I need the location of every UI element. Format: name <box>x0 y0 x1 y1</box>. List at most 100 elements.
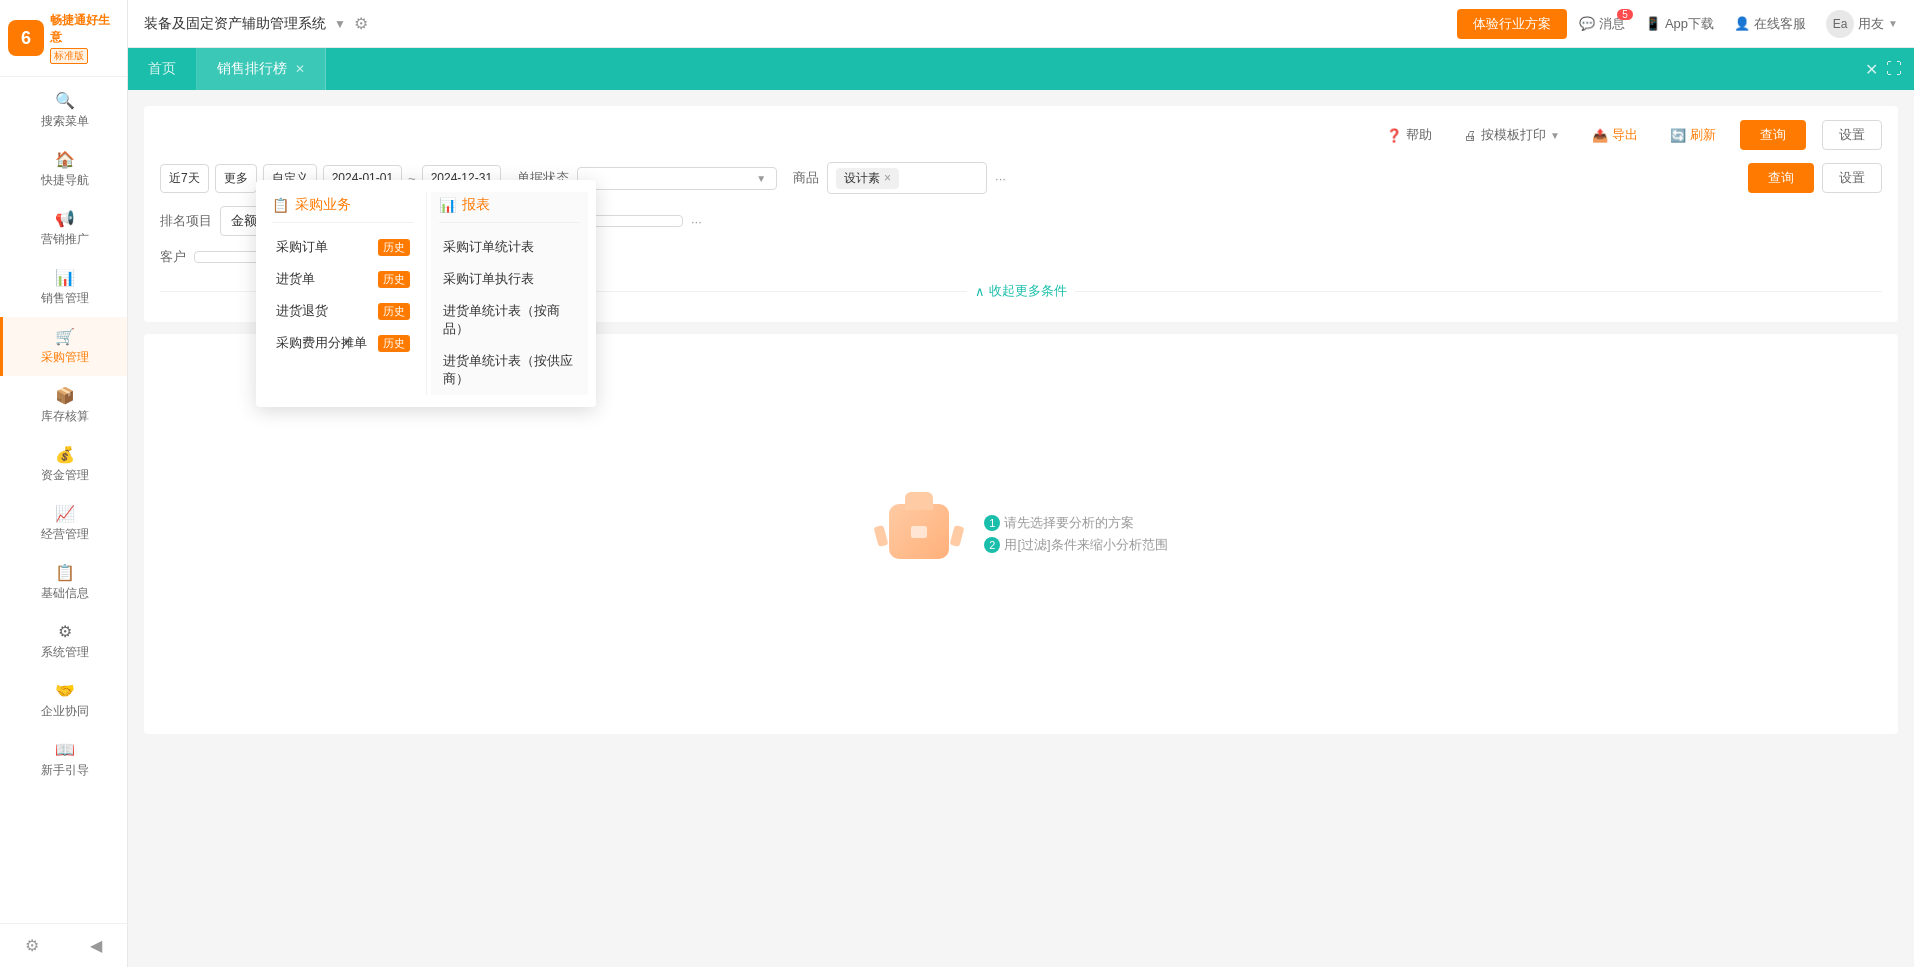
dropdown-item-label: 进货单统计表（按供应商） <box>443 352 577 388</box>
goods-tag-container[interactable]: 设计素 × <box>827 162 987 194</box>
dropdown-item-purchase-order-exec[interactable]: 采购订单执行表 <box>439 263 581 295</box>
purchase-dropdown-menu: 📋 采购业务 采购订单 历史 进货单 历史 进货退货 历史 <box>256 180 596 407</box>
app-title: 装备及固定资产辅助管理系统 ▼ ⚙ <box>144 14 1445 33</box>
user-avatar: Ea <box>1826 10 1854 38</box>
collapse-button[interactable]: ∧ 收起更多条件 <box>967 274 1075 308</box>
sidebar-item-base-info[interactable]: 📋 基础信息 <box>0 553 127 612</box>
sidebar: 6 畅捷通好生意 标准版 🔍 搜索菜单 🏠 快捷导航 📢 营销推广 📊 销售管理… <box>0 0 128 967</box>
tab-expand-icon[interactable]: ⛶ <box>1886 60 1902 78</box>
date-shortcut-7days[interactable]: 近7天 <box>160 164 209 193</box>
app-download-action[interactable]: 📱 App下载 <box>1645 15 1714 33</box>
dropdown-item-label: 采购订单 <box>276 238 328 256</box>
customer-label: 客户 <box>160 248 186 266</box>
sidebar-settings-button[interactable]: ⚙ <box>25 936 39 955</box>
dropdown-item-purchase-order-stats[interactable]: 采购订单统计表 <box>439 231 581 263</box>
home-icon: 🏠 <box>55 150 75 169</box>
bill-status-select[interactable]: ▼ <box>577 167 777 190</box>
dropdown-item-purchase-order[interactable]: 采购订单 历史 <box>272 231 414 263</box>
sidebar-item-quick-nav[interactable]: 🏠 快捷导航 <box>0 140 127 199</box>
dropdown-item-return[interactable]: 进货退货 历史 <box>272 295 414 327</box>
query-button[interactable]: 查询 <box>1740 120 1806 150</box>
user-action[interactable]: Ea 用友 ▼ <box>1826 10 1898 38</box>
filter-actions: 查询 设置 <box>1748 163 1882 193</box>
dropdown-item-label: 进货单统计表（按商品） <box>443 302 577 338</box>
history-badge: 历史 <box>378 239 410 256</box>
dropdown-col-report-label: 报表 <box>462 196 490 214</box>
empty-illustration <box>874 494 964 574</box>
sidebar-item-marketing[interactable]: 📢 营销推广 <box>0 199 127 258</box>
sales-icon: 📊 <box>55 268 75 287</box>
collapse-label: 收起更多条件 <box>989 282 1067 300</box>
top-header: 装备及固定资产辅助管理系统 ▼ ⚙ 体验行业方案 💬 消息 5 📱 App下载 … <box>128 0 1914 48</box>
sidebar-item-purchase[interactable]: 🛒 采购管理 <box>0 317 127 376</box>
refresh-icon: 🔄 <box>1670 128 1686 143</box>
sidebar-item-cooperation[interactable]: 🤝 企业协同 <box>0 671 127 730</box>
logo-name: 畅捷通好生意 <box>50 12 119 46</box>
message-badge: 5 <box>1617 9 1633 20</box>
dropdown-col-report-title: 📊 报表 <box>439 192 581 223</box>
sidebar-item-operations[interactable]: 📈 经营管理 <box>0 494 127 553</box>
title-dropdown-icon[interactable]: ▼ <box>334 17 346 31</box>
salesperson-more-icon[interactable]: ··· <box>691 214 702 229</box>
export-button[interactable]: 📤 导出 <box>1584 122 1646 148</box>
sidebar-item-guide[interactable]: 📖 新手引导 <box>0 730 127 789</box>
history-badge: 历史 <box>378 335 410 352</box>
goods-label: 商品 <box>793 169 819 187</box>
message-action[interactable]: 💬 消息 5 <box>1579 15 1625 33</box>
settings-button[interactable]: 设置 <box>1822 120 1882 150</box>
tab-home[interactable]: 首页 <box>128 48 197 90</box>
header-settings-icon[interactable]: ⚙ <box>354 14 368 33</box>
query-button-main[interactable]: 查询 <box>1748 163 1814 193</box>
tab-right-controls: ✕ ⛶ <box>1865 60 1914 79</box>
robot-arm-right <box>950 525 965 547</box>
finance-icon: 💰 <box>55 445 75 464</box>
sidebar-item-sales[interactable]: 📊 销售管理 <box>0 258 127 317</box>
user-dropdown-icon: ▼ <box>1888 18 1898 29</box>
tab-sales-rank[interactable]: 销售排行榜 ✕ <box>197 48 326 90</box>
robot-body <box>889 504 949 559</box>
operations-icon: 📈 <box>55 504 75 523</box>
sidebar-item-label: 新手引导 <box>41 762 89 779</box>
print-label: 按模板打印 <box>1481 126 1546 144</box>
toolbar-row: ❓ 帮助 🖨 按模板打印 ▼ 📤 导出 🔄 刷新 查询 <box>160 120 1882 150</box>
sidebar-item-finance[interactable]: 💰 资金管理 <box>0 435 127 494</box>
sidebar-item-inventory[interactable]: 📦 库存核算 <box>0 376 127 435</box>
dropdown-item-expense[interactable]: 采购费用分摊单 历史 <box>272 327 414 359</box>
tab-home-label: 首页 <box>148 60 176 78</box>
history-badge: 历史 <box>378 271 410 288</box>
logo-badge: 标准版 <box>50 48 88 64</box>
settings-button-main[interactable]: 设置 <box>1822 163 1882 193</box>
sidebar-collapse-button[interactable]: ◀ <box>90 936 102 955</box>
sidebar-item-system[interactable]: ⚙ 系统管理 <box>0 612 127 671</box>
print-button[interactable]: 🖨 按模板打印 ▼ <box>1456 122 1568 148</box>
logo-area: 6 畅捷通好生意 标准版 <box>0 0 127 77</box>
empty-state: 1 请先选择要分析的方案 2 用[过滤]条件来缩小分析范围 <box>874 494 1167 574</box>
help-button[interactable]: ❓ 帮助 <box>1378 122 1440 148</box>
print-dropdown-icon[interactable]: ▼ <box>1550 130 1560 141</box>
date-shortcut-more[interactable]: 更多 <box>215 164 257 193</box>
online-service-action[interactable]: 👤 在线客服 <box>1734 15 1806 33</box>
history-badge: 历史 <box>378 303 410 320</box>
user-label: 用友 <box>1858 15 1884 33</box>
sidebar-item-label: 搜索菜单 <box>41 113 89 130</box>
refresh-button[interactable]: 🔄 刷新 <box>1662 122 1724 148</box>
tab-close-icon[interactable]: ✕ <box>295 62 305 76</box>
hint-text-2: 用[过滤]条件来缩小分析范围 <box>1004 536 1167 554</box>
trial-button[interactable]: 体验行业方案 <box>1457 9 1567 39</box>
sidebar-item-search[interactable]: 🔍 搜索菜单 <box>0 81 127 140</box>
logo-icon: 6 <box>8 20 44 56</box>
tab-sales-rank-label: 销售排行榜 <box>217 60 287 78</box>
dropdown-item-inbound[interactable]: 进货单 历史 <box>272 263 414 295</box>
robot-screen <box>911 526 927 538</box>
goods-tag-close-icon[interactable]: × <box>884 171 891 185</box>
hint-text-1: 请先选择要分析的方案 <box>1004 514 1134 532</box>
goods-more-icon[interactable]: ··· <box>995 171 1006 186</box>
guide-icon: 📖 <box>55 740 75 759</box>
dropdown-item-inbound-stats-supplier[interactable]: 进货单统计表（按供应商） <box>439 345 581 395</box>
dropdown-item-inbound-stats-goods[interactable]: 进货单统计表（按商品） <box>439 295 581 345</box>
empty-hints: 1 请先选择要分析的方案 2 用[过滤]条件来缩小分析范围 <box>984 514 1167 554</box>
goods-filter: 商品 设计素 × ··· <box>793 162 1006 194</box>
sidebar-item-label: 经营管理 <box>41 526 89 543</box>
marketing-icon: 📢 <box>55 209 75 228</box>
tab-minimize-icon[interactable]: ✕ <box>1865 60 1878 79</box>
